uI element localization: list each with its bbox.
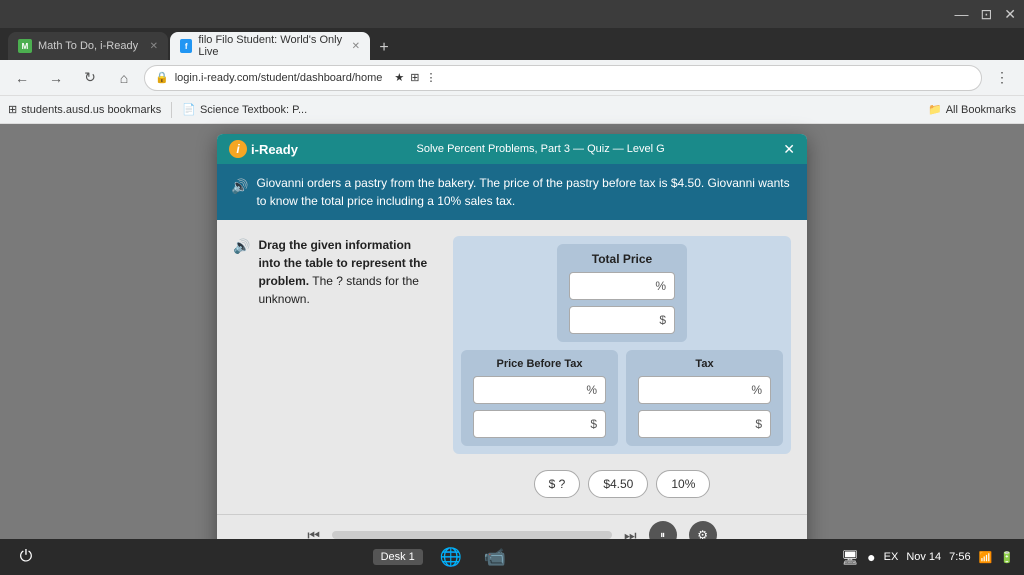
drag-item-question[interactable]: $ ? <box>534 470 581 498</box>
tax-section: Tax % $ <box>626 350 783 446</box>
modal-question-area: 🔊 Giovanni orders a pastry from the bake… <box>217 164 807 220</box>
price-before-tax-percent-label: % <box>586 383 597 397</box>
iready-logo-icon: i <box>229 140 247 158</box>
desk-label: Desk 1 <box>373 549 423 565</box>
home-button[interactable]: ⌂ <box>110 64 138 92</box>
close-window-button[interactable]: ✕ <box>1004 6 1016 23</box>
bookmark-science-icon: 📄 <box>182 103 196 116</box>
minimize-button[interactable]: — <box>955 6 969 22</box>
all-bookmarks-label: All Bookmarks <box>946 104 1016 116</box>
instructions-speaker-icon[interactable]: 🔊 <box>233 236 250 257</box>
tab-favicon-math: M <box>18 39 32 53</box>
taskbar-power-icon[interactable]: ⏻ <box>10 541 42 573</box>
question-text: Giovanni orders a pastry from the bakery… <box>256 174 793 210</box>
maximize-button[interactable]: ⊡ <box>981 6 993 23</box>
price-before-tax-dollar-label: $ <box>590 417 597 431</box>
total-price-percent-input[interactable]: % <box>569 272 675 300</box>
total-price-header: Total Price <box>569 252 675 266</box>
total-price-dollar-label: $ <box>659 313 666 327</box>
tab-close-math[interactable]: ✕ <box>150 41 158 52</box>
taskbar-right: 🖥 ● EX Nov 14 7:56 📶 🔋 <box>841 549 1014 566</box>
title-bar: — ⊡ ✕ <box>0 0 1024 28</box>
lock-icon: 🔒 <box>155 71 169 84</box>
modal-title-area: i i-Ready <box>229 140 298 158</box>
drag-item-percent[interactable]: 10% <box>656 470 710 498</box>
taskbar-center: Desk 1 🌐 📹 <box>373 541 511 573</box>
speaker-icon[interactable]: 🔊 <box>231 176 248 197</box>
modal-quiz-title: Solve Percent Problems, Part 3 — Quiz — … <box>417 143 665 155</box>
bookmark-grid-icon: ⊞ <box>8 103 17 116</box>
folder-icon: 📁 <box>928 103 942 116</box>
star-icon[interactable]: ★ <box>394 71 404 84</box>
price-before-tax-header: Price Before Tax <box>473 358 606 370</box>
bookmark-science-label: Science Textbook: P... <box>200 104 307 116</box>
tab-favicon-filo: f <box>180 39 192 53</box>
more-icon[interactable]: ⋮ <box>426 71 437 84</box>
taskbar-ex-label: EX <box>884 551 899 563</box>
bookmark-separator <box>171 102 172 118</box>
taskbar-meet-icon[interactable]: 📹 <box>479 541 511 573</box>
iready-brand: i-Ready <box>251 142 298 157</box>
drag-item-price[interactable]: $4.50 <box>588 470 648 498</box>
price-before-tax-dollar-input[interactable]: $ <box>473 410 606 438</box>
taskbar-screen-icon[interactable]: 🖥 <box>841 549 859 566</box>
bookmarks-bar: ⊞ students.ausd.us bookmarks 📄 Science T… <box>0 96 1024 124</box>
percent-table: Total Price % $ Price Before Tax <box>453 236 791 454</box>
tax-dollar-label: $ <box>755 417 762 431</box>
instructions-content: Drag the given information into the tabl… <box>258 236 433 308</box>
bookmark-students-label: students.ausd.us bookmarks <box>21 104 161 116</box>
extension-icon[interactable]: ⊞ <box>410 71 419 84</box>
refresh-button[interactable]: ↻ <box>76 64 104 92</box>
tab-math-todo[interactable]: M Math To Do, i-Ready ✕ <box>8 32 168 60</box>
price-before-tax-section: Price Before Tax % $ <box>461 350 618 446</box>
tab-close-filo[interactable]: ✕ <box>352 41 360 52</box>
browser-chrome: — ⊡ ✕ M Math To Do, i-Ready ✕ f filo Fil… <box>0 0 1024 124</box>
tax-header: Tax <box>638 358 771 370</box>
progress-track <box>332 531 612 539</box>
modal-body: 🔊 Drag the given information into the ta… <box>217 220 807 514</box>
modal-close-button[interactable]: ✕ <box>783 141 795 158</box>
tab-label-math: Math To Do, i-Ready <box>38 40 138 52</box>
more-options-button[interactable]: ⋮ <box>988 64 1016 92</box>
address-bar-icons: ★ ⊞ ⋮ <box>394 71 436 84</box>
total-price-percent-label: % <box>655 279 666 293</box>
forward-button[interactable]: → <box>42 64 70 92</box>
tab-bar: M Math To Do, i-Ready ✕ f filo Filo Stud… <box>0 28 1024 60</box>
new-tab-button[interactable]: + <box>372 36 396 60</box>
table-area: Total Price % $ Price Before Tax <box>453 236 791 498</box>
address-text: login.i-ready.com/student/dashboard/home <box>175 72 383 84</box>
tax-percent-label: % <box>751 383 762 397</box>
sub-sections-row: Price Before Tax % $ Tax % <box>461 350 783 446</box>
total-price-dollar-input[interactable]: $ <box>569 306 675 334</box>
nav-bar: ← → ↻ ⌂ 🔒 login.i-ready.com/student/dash… <box>0 60 1024 96</box>
taskbar-battery-icon: 🔋 <box>1000 551 1014 564</box>
taskbar-left: ⏻ <box>10 541 42 573</box>
address-bar[interactable]: 🔒 login.i-ready.com/student/dashboard/ho… <box>144 65 982 91</box>
taskbar-wifi-icon: 📶 <box>979 551 993 564</box>
iready-logo: i i-Ready <box>229 140 298 158</box>
taskbar-circle-icon[interactable]: ● <box>867 549 875 565</box>
back-button[interactable]: ← <box>8 64 36 92</box>
taskbar-time: 7:56 <box>949 551 970 563</box>
all-bookmarks[interactable]: 📁 All Bookmarks <box>928 103 1016 116</box>
instructions-panel: 🔊 Drag the given information into the ta… <box>233 236 433 498</box>
modal-window: i i-Ready Solve Percent Problems, Part 3… <box>217 134 807 555</box>
bookmark-science[interactable]: 📄 Science Textbook: P... <box>182 103 307 116</box>
modal-header: i i-Ready Solve Percent Problems, Part 3… <box>217 134 807 164</box>
total-price-row: Total Price % $ <box>461 244 783 342</box>
tab-label-filo: filo Filo Student: World's Only Live <box>198 34 345 58</box>
taskbar: ⏻ Desk 1 🌐 📹 🖥 ● EX Nov 14 7:56 📶 🔋 <box>0 539 1024 575</box>
taskbar-date: Nov 14 <box>906 551 941 563</box>
instructions-text: 🔊 Drag the given information into the ta… <box>233 236 433 308</box>
total-price-section: Total Price % $ <box>557 244 687 342</box>
price-before-tax-percent-input[interactable]: % <box>473 376 606 404</box>
drag-items-row: $ ? $4.50 10% <box>453 470 791 498</box>
window-controls: — ⊡ ✕ <box>955 6 1016 23</box>
bookmark-students[interactable]: ⊞ students.ausd.us bookmarks <box>8 103 161 116</box>
page-content: i i-Ready Solve Percent Problems, Part 3… <box>0 124 1024 539</box>
tax-dollar-input[interactable]: $ <box>638 410 771 438</box>
tab-filo[interactable]: f filo Filo Student: World's Only Live ✕ <box>170 32 370 60</box>
tax-percent-input[interactable]: % <box>638 376 771 404</box>
taskbar-chrome-icon[interactable]: 🌐 <box>435 541 467 573</box>
